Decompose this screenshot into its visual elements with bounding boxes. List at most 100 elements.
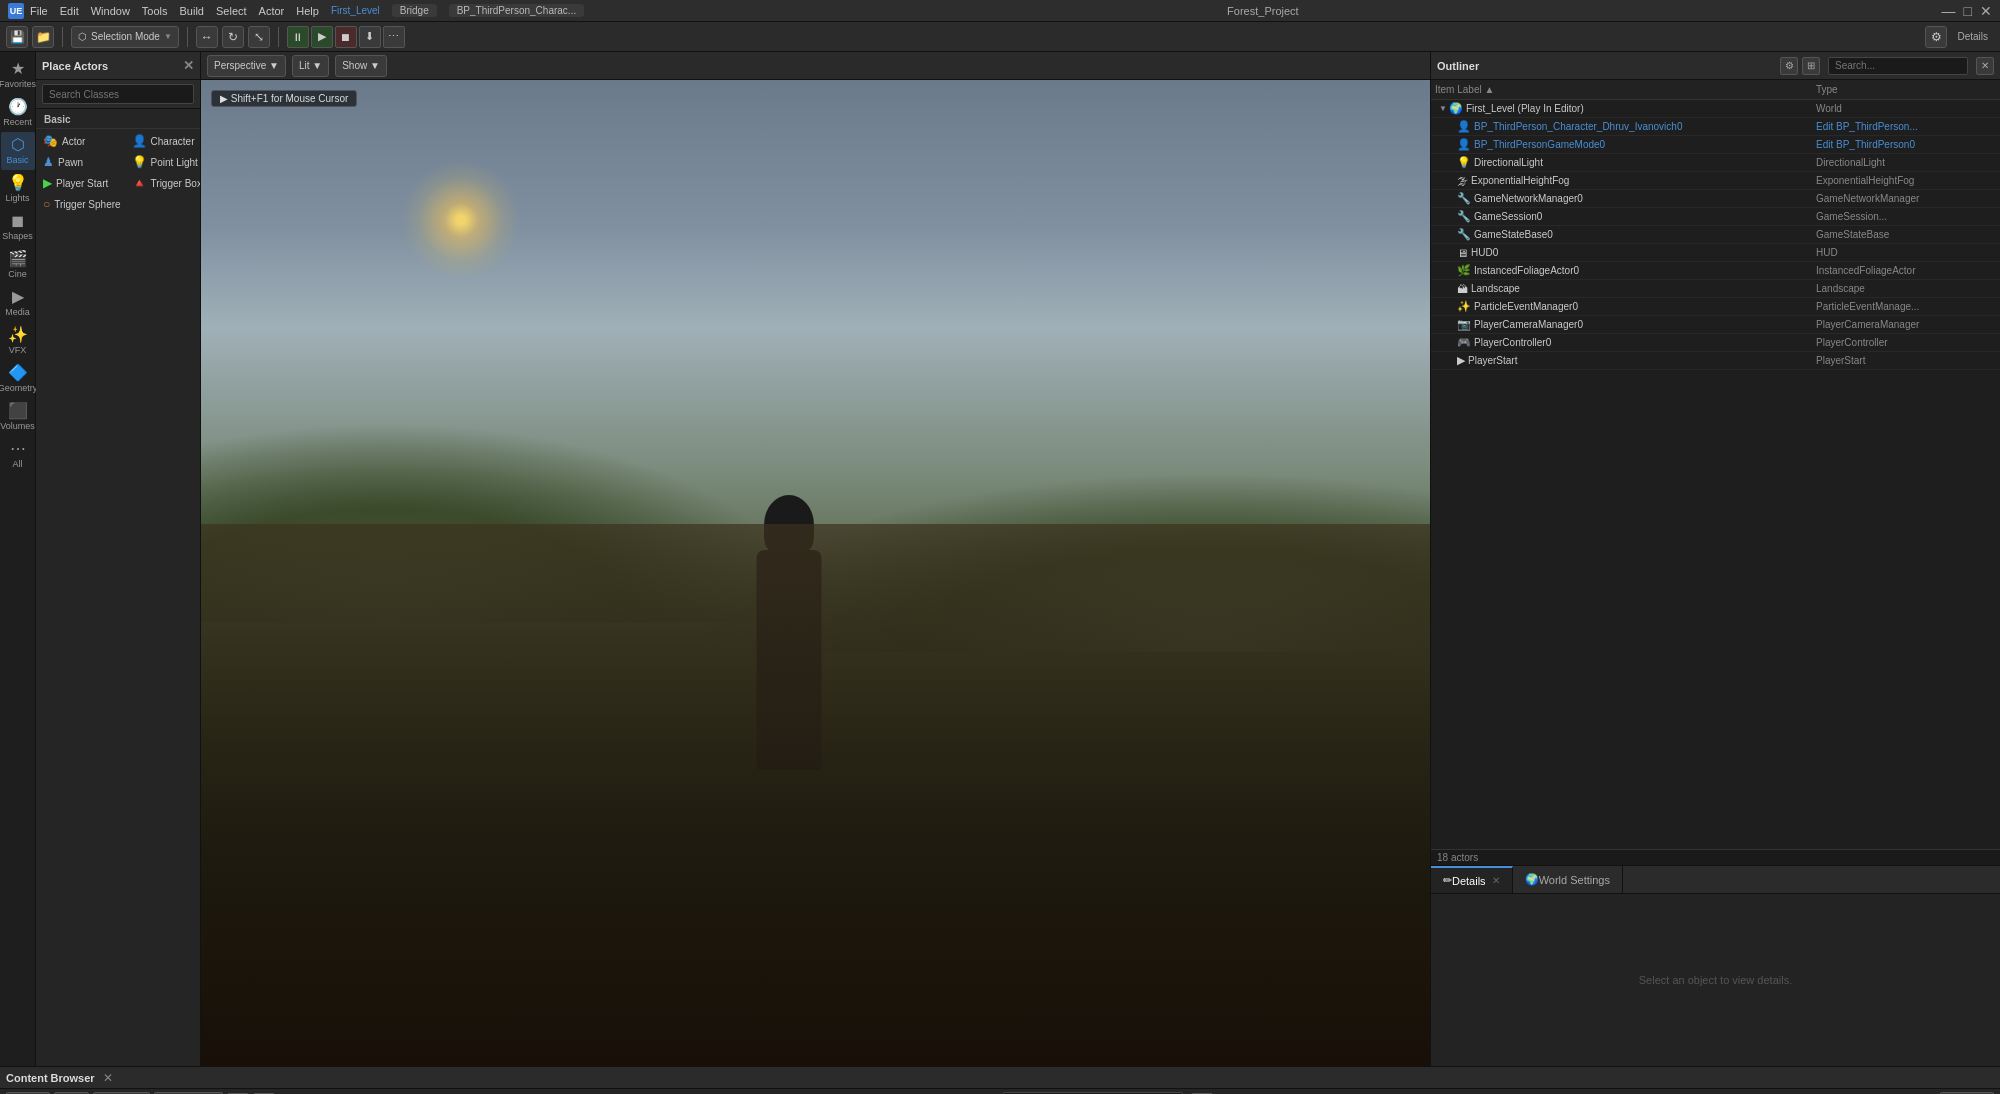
outliner-row[interactable]: 🔧 GameStateBase0 GameStateBase <box>1431 226 2000 244</box>
search-classes-input[interactable] <box>42 84 194 104</box>
more-play-btn[interactable]: ⋯ <box>383 26 405 48</box>
details-tab[interactable]: ✏ Details ✕ <box>1431 866 1513 893</box>
outliner-search-input[interactable] <box>1828 57 1968 75</box>
nav-vfx[interactable]: ✨ VFX <box>1 322 35 360</box>
place-triggerbox-item[interactable]: 🔺 Trigger Box <box>127 173 200 193</box>
perspective-btn[interactable]: Perspective ▼ <box>207 55 286 77</box>
selection-mode-dropdown[interactable]: ⬡ Selection Mode ▼ <box>71 26 179 48</box>
scale-icon[interactable]: ⤡ <box>248 26 270 48</box>
nav-shapes[interactable]: ◼ Shapes <box>1 208 35 246</box>
details-tab-close-btn[interactable]: ✕ <box>1492 875 1500 886</box>
nav-volumes[interactable]: ⬛ Volumes <box>1 398 35 436</box>
nav-favorites[interactable]: ★ Favorites <box>1 56 35 94</box>
stop-button[interactable]: ⏹ <box>335 26 357 48</box>
row-type: Edit BP_ThirdPerson0 <box>1816 139 1996 150</box>
outliner-row[interactable]: 🌿 InstancedFoliageActor0 InstancedFoliag… <box>1431 262 2000 280</box>
project-title: Forest_Project <box>584 5 1941 17</box>
row-name: PlayerStart <box>1468 355 1816 366</box>
menu-actor[interactable]: Actor <box>259 5 285 17</box>
outliner-row[interactable]: 👤 BP_ThirdPerson_Character_Dhruv_Ivanovi… <box>1431 118 2000 136</box>
outliner-close-btn[interactable]: ✕ <box>1976 57 1994 75</box>
outliner-row[interactable]: ▶ PlayerStart PlayerStart <box>1431 352 2000 370</box>
row-name: GameNetworkManager0 <box>1474 193 1816 204</box>
show-btn[interactable]: Show ▼ <box>335 55 387 77</box>
expand-arrow-icon[interactable]: ▼ <box>1439 104 1447 113</box>
outliner-header: Outliner ⚙ ⊞ ✕ <box>1431 52 2000 80</box>
menu-file[interactable]: File <box>30 5 48 17</box>
nav-all[interactable]: ⋯ All <box>1 436 35 474</box>
row-name: DirectionalLight <box>1474 157 1816 168</box>
nav-media[interactable]: ▶ Media <box>1 284 35 322</box>
lit-btn[interactable]: Lit ▼ <box>292 55 329 77</box>
row-name: ParticleEventManager0 <box>1474 301 1816 312</box>
skip-button[interactable]: ⬇ <box>359 26 381 48</box>
minimize-btn[interactable]: — <box>1942 3 1956 19</box>
cine-icon: 🎬 <box>8 251 28 267</box>
playerstart-icon: ▶ <box>43 176 52 190</box>
pawn-label: Pawn <box>58 157 83 168</box>
outliner-row[interactable]: 🌫 ExponentialHeightFog ExponentialHeight… <box>1431 172 2000 190</box>
outliner-row[interactable]: 💡 DirectionalLight DirectionalLight <box>1431 154 2000 172</box>
settings-icon[interactable]: ⚙ <box>1925 26 1947 48</box>
menu-window[interactable]: Window <box>91 5 130 17</box>
play-button[interactable]: ▶ <box>311 26 333 48</box>
place-playerstart-item[interactable]: ▶ Player Start <box>38 173 126 193</box>
menu-tools[interactable]: Tools <box>142 5 168 17</box>
mouse-cursor-button[interactable]: ▶ Shift+F1 for Mouse Cursor <box>211 90 357 107</box>
menu-build[interactable]: Build <box>180 5 204 17</box>
place-actors-close-btn[interactable]: ✕ <box>183 58 194 73</box>
outliner-row[interactable]: ✨ ParticleEventManager0 ParticleEventMan… <box>1431 298 2000 316</box>
outliner-row[interactable]: 👤 BP_ThirdPersonGameMode0 Edit BP_ThirdP… <box>1431 136 2000 154</box>
nav-recent[interactable]: 🕐 Recent <box>1 94 35 132</box>
browse-icon[interactable]: 📁 <box>32 26 54 48</box>
maximize-btn[interactable]: □ <box>1964 3 1972 19</box>
pause-button[interactable]: ⏸ <box>287 26 309 48</box>
place-pawn-item[interactable]: ♟ Pawn <box>38 152 126 172</box>
place-actor-item[interactable]: 🎭 Actor <box>38 131 126 151</box>
bridge-tab[interactable]: Bridge <box>392 4 437 17</box>
outliner-row[interactable]: 📷 PlayerCameraManager0 PlayerCameraManag… <box>1431 316 2000 334</box>
menu-edit[interactable]: Edit <box>60 5 79 17</box>
close-btn[interactable]: ✕ <box>1980 3 1992 19</box>
place-character-item[interactable]: 👤 Character <box>127 131 200 151</box>
nav-lights[interactable]: 💡 Lights <box>1 170 35 208</box>
row-type: ExponentialHeightFog <box>1816 175 1996 186</box>
selection-mode-label: Selection Mode <box>91 31 160 42</box>
project-tab[interactable]: BP_ThirdPerson_Charac... <box>449 4 585 17</box>
geometry-icon: 🔷 <box>8 365 28 381</box>
selection-mode-icon: ⬡ <box>78 31 87 42</box>
details-empty-message: Select an object to view details. <box>1639 974 1792 986</box>
row-name: HUD0 <box>1471 247 1816 258</box>
viewport[interactable]: ▶ Shift+F1 for Mouse Cursor <box>201 80 1430 1066</box>
outliner-row[interactable]: 🎮 PlayerController0 PlayerController <box>1431 334 2000 352</box>
row-type: PlayerController <box>1816 337 1996 348</box>
save-icon[interactable]: 💾 <box>6 26 28 48</box>
settings-label-btn[interactable]: Details <box>1951 26 1994 48</box>
world-settings-tab[interactable]: 🌍 World Settings <box>1513 866 1623 893</box>
nav-geometry[interactable]: 🔷 Geometry <box>1 360 35 398</box>
nav-cine[interactable]: 🎬 Cine <box>1 246 35 284</box>
viewport-top-bar: Perspective ▼ Lit ▼ Show ▼ <box>201 52 1430 80</box>
nav-basic[interactable]: ⬡ Basic <box>1 132 35 170</box>
menu-select[interactable]: Select <box>216 5 247 17</box>
outliner-filter-btn[interactable]: ⊞ <box>1802 57 1820 75</box>
transform-icon[interactable]: ↔ <box>196 26 218 48</box>
outliner-list[interactable]: ▼ 🌍 First_Level (Play In Editor) World 👤… <box>1431 100 2000 849</box>
rotate-icon[interactable]: ↻ <box>222 26 244 48</box>
place-triggersphere-item[interactable]: ○ Trigger Sphere <box>38 194 126 214</box>
bulb-icon: 💡 <box>8 175 28 191</box>
cb-close-btn[interactable]: ✕ <box>103 1071 113 1085</box>
main-toolbar: 💾 📁 ⬡ Selection Mode ▼ ↔ ↻ ⤡ ⏸ ▶ ⏹ ⬇ ⋯ ⚙… <box>0 22 2000 52</box>
outliner-row[interactable]: 🔧 GameSession0 GameSession... <box>1431 208 2000 226</box>
outliner-settings-btn[interactable]: ⚙ <box>1780 57 1798 75</box>
outliner-row[interactable]: 🖥 HUD0 HUD <box>1431 244 2000 262</box>
outliner-row[interactable]: ▼ 🌍 First_Level (Play In Editor) World <box>1431 100 2000 118</box>
outliner-row[interactable]: 🔧 GameNetworkManager0 GameNetworkManager <box>1431 190 2000 208</box>
title-bar: UE File Edit Window Tools Build Select A… <box>0 0 2000 22</box>
content-browser-panel: Content Browser ✕ + Add Fab ⬇ Import 💾 S… <box>0 1066 2000 1094</box>
place-pointlight-item[interactable]: 💡 Point Light <box>127 152 200 172</box>
menu-help[interactable]: Help <box>296 5 319 17</box>
toolbar-sep-2 <box>187 27 188 47</box>
outliner-row[interactable]: 🏔 Landscape Landscape <box>1431 280 2000 298</box>
nav-favorites-label: Favorites <box>0 79 36 89</box>
